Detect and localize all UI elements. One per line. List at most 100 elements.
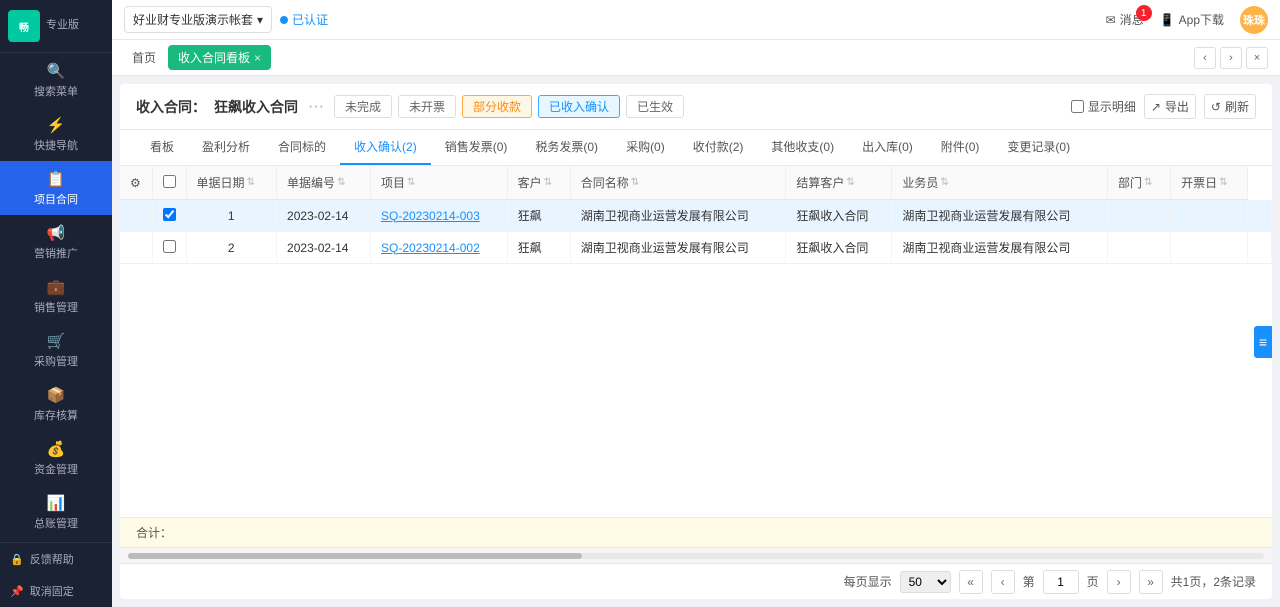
row-department-cell: [1171, 200, 1248, 232]
sub-tab-purchase[interactable]: 采购(0): [612, 130, 679, 165]
th-contract-name: 合同名称⇅: [570, 166, 786, 200]
sub-tab-changes[interactable]: 变更记录(0): [993, 130, 1084, 165]
message-action[interactable]: ✉ 消息 1: [1106, 11, 1144, 28]
select-all-checkbox[interactable]: [163, 175, 176, 188]
horizontal-scrollbar[interactable]: [120, 547, 1272, 563]
tab-prev-button[interactable]: ‹: [1194, 47, 1216, 69]
sub-tab-revenue-confirm[interactable]: 收入确认(2): [340, 130, 431, 165]
th-check[interactable]: [152, 166, 186, 200]
footer-total-label: 合计：: [136, 524, 172, 541]
date-sort-icon[interactable]: ⇅: [247, 177, 255, 188]
row2-checkbox[interactable]: [163, 240, 176, 253]
tab-home[interactable]: 首页: [124, 45, 164, 70]
status-btn-uninvoiced[interactable]: 未开票: [398, 95, 456, 118]
page-last-button[interactable]: »: [1139, 570, 1163, 594]
row2-order-no-cell[interactable]: SQ-20230214-002: [371, 232, 508, 264]
sidebar-purchase-label: 采购管理: [34, 353, 78, 369]
table-wrap: ⚙ 单据日期⇅ 单据编号⇅ 项目⇅ 客户⇅ 合同名称⇅ 结算客户⇅ 业务员⇅ 部…: [120, 166, 1272, 517]
message-badge: 1: [1136, 5, 1152, 21]
page-number-input[interactable]: [1043, 570, 1079, 594]
sub-tab-board[interactable]: 看板: [136, 130, 188, 165]
order-no-sort-icon[interactable]: ⇅: [337, 177, 345, 188]
status-btn-revenue-confirmed[interactable]: 已收入确认: [538, 95, 620, 118]
sub-tab-profit[interactable]: 盈利分析: [188, 130, 264, 165]
data-table: ⚙ 单据日期⇅ 单据编号⇅ 项目⇅ 客户⇅ 合同名称⇅ 结算客户⇅ 业务员⇅ 部…: [120, 166, 1272, 264]
sidebar-items-list: 🔍 搜索菜单 ⚡ 快捷导航 📋 项目合同 📢 营销推广 💼 销售管理 🛒 采购管…: [0, 53, 112, 542]
company-selector[interactable]: 好业财专业版演示帐套 ▾: [124, 6, 272, 33]
tab-next-button[interactable]: ›: [1220, 47, 1242, 69]
sub-tab-payment[interactable]: 收付款(2): [679, 130, 758, 165]
settlement-sort-icon[interactable]: ⇅: [846, 177, 854, 188]
sub-tab-attachment[interactable]: 附件(0): [927, 130, 994, 165]
tab-contract-board[interactable]: 收入合同看板 ×: [168, 45, 271, 70]
scrollbar-track[interactable]: [128, 553, 1264, 559]
sub-tab-sales-invoice[interactable]: 销售发票(0): [431, 130, 522, 165]
bill-date-sort-icon[interactable]: ⇅: [1219, 177, 1227, 188]
sidebar-item-purchase[interactable]: 🛒 采购管理: [0, 323, 112, 377]
row-check-cell[interactable]: [152, 200, 186, 232]
status-btn-incomplete[interactable]: 未完成: [334, 95, 392, 118]
row-project-cell: 狂飙: [507, 200, 570, 232]
order-no-link-2[interactable]: SQ-20230214-002: [381, 241, 480, 255]
sidebar-item-funds[interactable]: 💰 资金管理: [0, 431, 112, 485]
show-detail-input[interactable]: [1071, 100, 1084, 113]
sidebar-item-sales[interactable]: 💼 销售管理: [0, 269, 112, 323]
sub-tab-contract-subject[interactable]: 合同标的: [264, 130, 340, 165]
th-customer: 客户⇅: [507, 166, 570, 200]
sidebar-item-ledger[interactable]: 📊 总账管理: [0, 485, 112, 539]
inventory-icon: 📦: [46, 385, 66, 405]
department-sort-icon[interactable]: ⇅: [1144, 177, 1152, 188]
app-download-action[interactable]: 📱 App下载: [1160, 11, 1224, 28]
message-icon: ✉: [1106, 13, 1116, 27]
show-detail-checkbox[interactable]: 显示明细: [1071, 98, 1136, 115]
th-settings[interactable]: ⚙: [120, 166, 152, 200]
sidebar-item-marketing[interactable]: 📢 营销推广: [0, 215, 112, 269]
customer-sort-icon[interactable]: ⇅: [544, 177, 552, 188]
tab-close-button[interactable]: ×: [1246, 47, 1268, 69]
status-btn-partial-payment[interactable]: 部分收款: [462, 95, 532, 118]
header-actions: 显示明细 ↗ 导出 ↺ 刷新: [1071, 94, 1256, 119]
sidebar-item-project-contract[interactable]: 📋 项目合同: [0, 161, 112, 215]
refresh-button[interactable]: ↺ 刷新: [1204, 94, 1256, 119]
sub-tab-tax-invoice[interactable]: 税务发票(0): [521, 130, 612, 165]
sales-icon: 💼: [46, 277, 66, 297]
export-icon: ↗: [1151, 100, 1161, 114]
per-page-select[interactable]: 50 100: [900, 571, 951, 593]
row-order-no-cell[interactable]: SQ-20230214-003: [371, 200, 508, 232]
table-row[interactable]: 1 2023-02-14 SQ-20230214-003 狂飙 湖南卫视商业运营…: [120, 200, 1272, 232]
sidebar-item-quicknav[interactable]: ⚡ 快捷导航: [0, 107, 112, 161]
order-no-link[interactable]: SQ-20230214-003: [381, 209, 480, 223]
contract-name-sort-icon[interactable]: ⇅: [631, 177, 639, 188]
sidebar-item-inventory[interactable]: 📦 库存核算: [0, 377, 112, 431]
page-next-button[interactable]: ›: [1107, 570, 1131, 594]
page-prev-button[interactable]: ‹: [991, 570, 1015, 594]
sidebar-item-search[interactable]: 🔍 搜索菜单: [0, 53, 112, 107]
contract-more-icon[interactable]: ···: [308, 98, 324, 116]
sidebar-project-label: 项目合同: [34, 191, 78, 207]
tab-close-icon[interactable]: ×: [254, 51, 261, 65]
status-btn-effective[interactable]: 已生效: [626, 95, 684, 118]
scrollbar-thumb[interactable]: [128, 553, 582, 559]
per-page-label: 每页显示: [844, 573, 892, 590]
user-action[interactable]: 珠珠: [1240, 6, 1268, 34]
page-total-info: 共1页，2条记录: [1171, 573, 1256, 590]
sidebar-unpin-item[interactable]: 📌 取消固定: [0, 575, 112, 607]
salesperson-sort-icon[interactable]: ⇅: [940, 177, 948, 188]
export-button[interactable]: ↗ 导出: [1144, 94, 1196, 119]
row2-check-cell[interactable]: [152, 232, 186, 264]
row-checkbox[interactable]: [163, 208, 176, 221]
sub-tab-warehouse[interactable]: 出入库(0): [848, 130, 927, 165]
th-bill-date: 开票日⇅: [1171, 166, 1248, 200]
project-sort-icon[interactable]: ⇅: [407, 177, 415, 188]
row-num-cell: 1: [186, 200, 277, 232]
sidebar-marketing-label: 营销推广: [34, 245, 78, 261]
sidebar-inventory-label: 库存核算: [34, 407, 78, 423]
row-customer-cell: 湖南卫视商业运营发展有限公司: [570, 200, 786, 232]
sub-tab-other-income[interactable]: 其他收支(0): [757, 130, 848, 165]
table-row[interactable]: 2 2023-02-14 SQ-20230214-002 狂飙 湖南卫视商业运营…: [120, 232, 1272, 264]
unpin-label: 取消固定: [30, 583, 74, 599]
row-bill-date-cell: [1248, 200, 1272, 232]
right-panel-icon[interactable]: ≡: [1254, 326, 1272, 358]
sidebar-feedback-item[interactable]: 🔒 反馈帮助: [0, 543, 112, 575]
page-first-button[interactable]: «: [959, 570, 983, 594]
